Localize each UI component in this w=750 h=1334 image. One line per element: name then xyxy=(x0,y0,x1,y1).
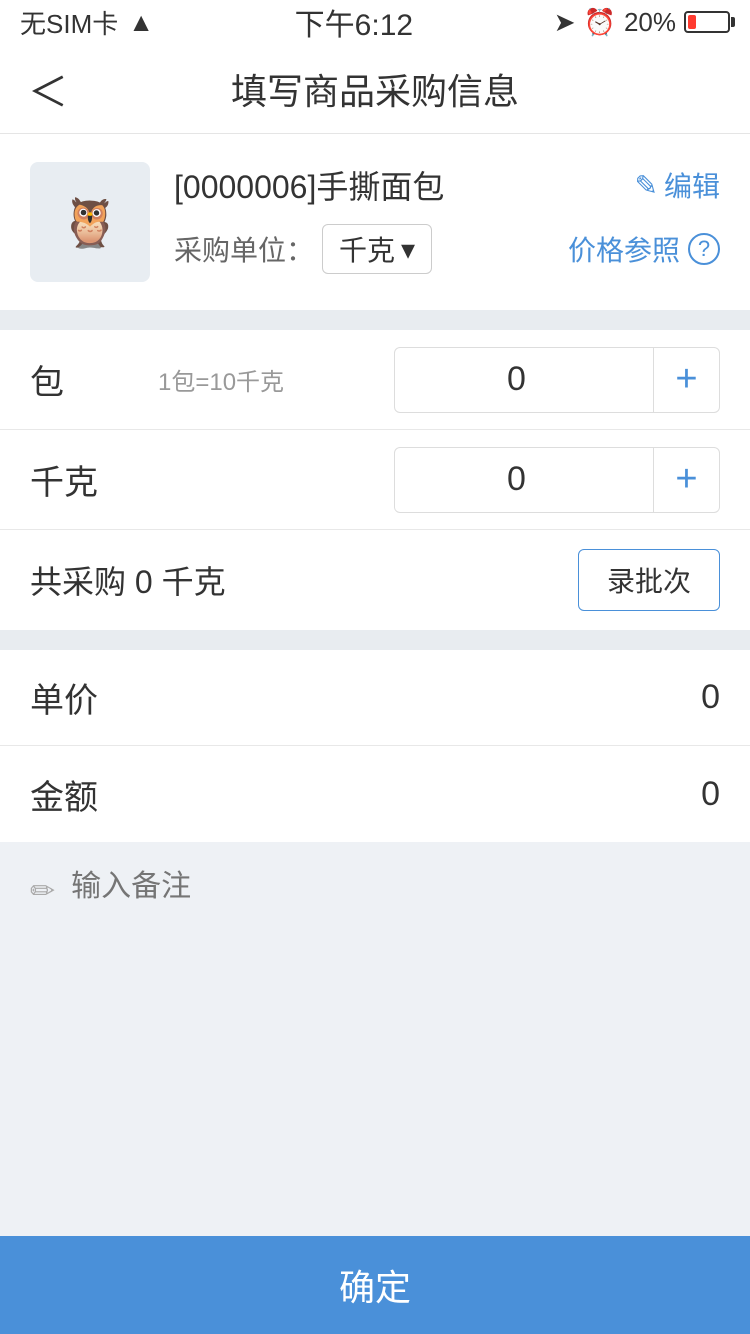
batch-button[interactable]: 录批次 xyxy=(578,549,720,611)
page-title: 填写商品采购信息 xyxy=(231,63,519,115)
dropdown-icon: ▾ xyxy=(401,233,415,266)
kg-input-right: + xyxy=(150,447,720,513)
pack-input[interactable] xyxy=(394,347,654,413)
pack-input-row: 包 1包=10千克 + xyxy=(0,330,750,430)
product-name: [0000006]手撕面包 xyxy=(174,162,444,208)
price-ref-label: 价格参照 xyxy=(568,229,680,269)
pack-label: 包 xyxy=(30,355,150,404)
price-ref-button[interactable]: 价格参照 ? xyxy=(568,229,720,269)
total-text: 共采购 0 千克 xyxy=(30,557,226,603)
remark-input[interactable] xyxy=(71,870,720,904)
product-info: [0000006]手撕面包 ✎ 编辑 采购单位： 千克 ▾ 价格参照 ? xyxy=(174,162,720,274)
back-button[interactable]: ＜ xyxy=(28,60,68,118)
unit-label: 采购单位： xyxy=(174,229,314,269)
product-unit-row: 采购单位： 千克 ▾ 价格参照 ? xyxy=(174,224,720,274)
kg-plus-button[interactable]: + xyxy=(654,447,720,513)
remark-section: ✏ xyxy=(0,842,750,1002)
unit-select[interactable]: 千克 ▾ xyxy=(322,224,432,274)
product-card: 🦉 [0000006]手撕面包 ✎ 编辑 采购单位： 千克 ▾ 价格参照 ? xyxy=(0,134,750,310)
unit-price-value: 0 xyxy=(701,678,720,717)
confirm-button[interactable]: 确定 xyxy=(0,1236,750,1334)
section-divider-2 xyxy=(0,630,750,650)
info-section: 单价 0 金额 0 xyxy=(0,650,750,842)
kg-label: 千克 xyxy=(30,455,150,504)
pack-input-right: + xyxy=(284,347,720,413)
battery-percent: 20% xyxy=(624,7,676,38)
wifi-icon: ▲ xyxy=(128,7,154,38)
product-top-row: [0000006]手撕面包 ✎ 编辑 xyxy=(174,162,720,208)
nav-bar: ＜ 填写商品采购信息 xyxy=(0,44,750,134)
amount-row: 金额 0 xyxy=(0,746,750,842)
section-divider-1 xyxy=(0,310,750,330)
unit-price-row: 单价 0 xyxy=(0,650,750,746)
total-row: 共采购 0 千克 录批次 xyxy=(0,530,750,630)
amount-value: 0 xyxy=(701,775,720,814)
unit-price-label: 单价 xyxy=(30,673,98,722)
edit-button[interactable]: ✎ 编辑 xyxy=(635,165,720,205)
help-icon: ? xyxy=(688,233,720,265)
status-time: 下午6:12 xyxy=(295,0,413,44)
status-bar: 无SIM卡 ▲ 下午6:12 ➤ ⏰ 20% xyxy=(0,0,750,44)
product-logo: 🦉 xyxy=(60,194,120,251)
product-image: 🦉 xyxy=(30,162,150,282)
amount-label: 金额 xyxy=(30,770,98,819)
alarm-icon: ⏰ xyxy=(584,7,616,38)
carrier-label: 无SIM卡 xyxy=(20,4,118,41)
unit-value: 千克 xyxy=(339,229,395,269)
pack-sub-label: 1包=10千克 xyxy=(158,362,284,397)
edit-icon: ✎ xyxy=(635,169,658,202)
battery-icon xyxy=(684,11,730,33)
pack-plus-button[interactable]: + xyxy=(654,347,720,413)
edit-label: 编辑 xyxy=(664,165,720,205)
status-left: 无SIM卡 ▲ xyxy=(20,4,154,41)
status-right: ➤ ⏰ 20% xyxy=(554,7,730,38)
kg-input[interactable] xyxy=(394,447,654,513)
battery-fill xyxy=(688,15,696,29)
kg-input-row: 千克 + xyxy=(0,430,750,530)
pencil-icon: ✏ xyxy=(30,874,55,909)
location-icon: ➤ xyxy=(554,7,576,38)
input-section: 包 1包=10千克 + 千克 + xyxy=(0,330,750,530)
